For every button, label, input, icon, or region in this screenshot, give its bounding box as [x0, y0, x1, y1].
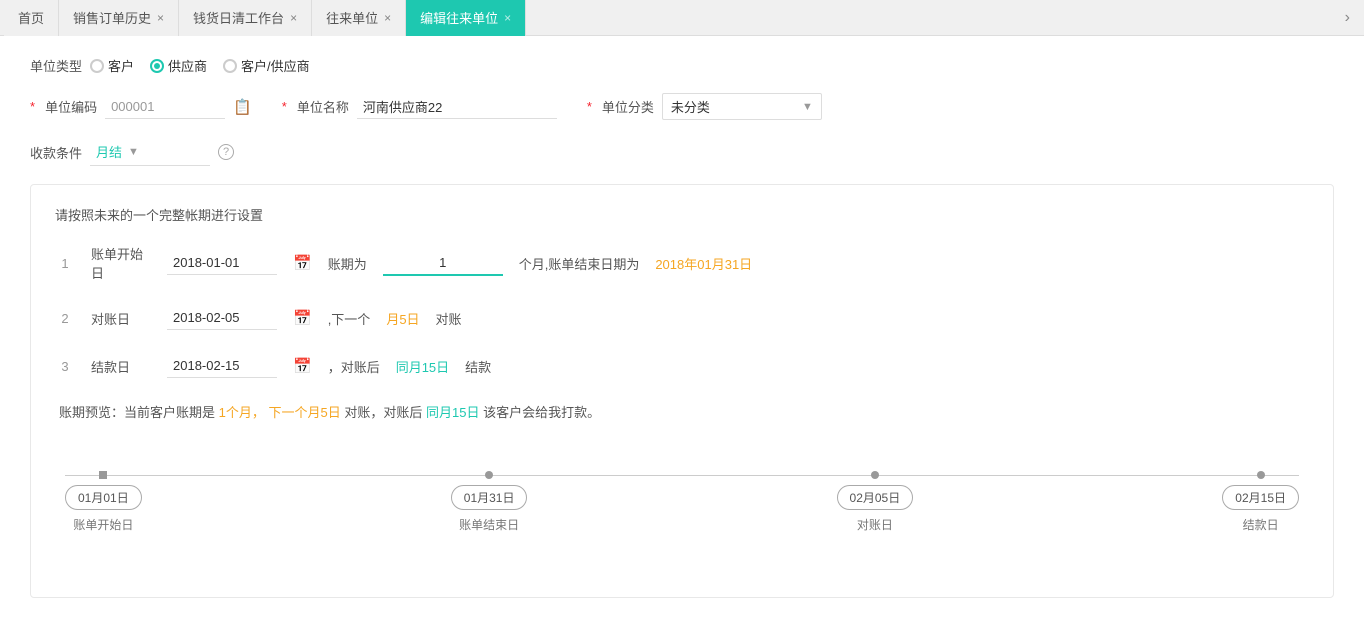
- radio-group: 客户 供应商 客户/供应商: [90, 56, 310, 75]
- payment-terms-label: 收款条件: [30, 143, 82, 162]
- unit-type-field: 单位类型 客户 供应商 客户/供应商: [30, 56, 310, 75]
- close-tab-edit-partner[interactable]: ×: [504, 11, 511, 25]
- timeline-point-3: 02月05日 对账日: [837, 467, 914, 533]
- payment-terms-field: 收款条件 月结 ▼ ?: [30, 138, 234, 166]
- tl-sub-4: 结款日: [1243, 516, 1279, 533]
- tl-badge-4: 02月15日: [1222, 485, 1299, 510]
- unit-name-field: * 单位名称: [282, 95, 557, 119]
- tab-partner-unit[interactable]: 往来单位 ×: [312, 0, 406, 36]
- unit-category-value: 未分类: [671, 97, 796, 116]
- tl-sub-3: 对账日: [857, 516, 893, 533]
- settle-date-input[interactable]: [167, 354, 277, 378]
- panel-title: 请按照未来的一个完整帐期进行设置: [55, 205, 1309, 224]
- dropdown-arrow-icon: ▼: [802, 101, 813, 113]
- row-label-3: 结款日: [91, 357, 151, 376]
- tab-cash-work[interactable]: 钱货日清工作台 ×: [179, 0, 312, 36]
- tl-sub-2: 账单结束日: [459, 516, 519, 533]
- radio-supplier-circle: [150, 59, 164, 73]
- radio-supplier[interactable]: 供应商: [150, 56, 207, 75]
- preview-part3: 同月15日: [426, 405, 479, 420]
- row-num-2: 2: [55, 311, 75, 326]
- period-desc-prefix: 账期为: [328, 254, 367, 273]
- unit-type-label: 单位类型: [30, 56, 82, 75]
- select-arrow-icon: ▼: [128, 146, 139, 158]
- close-tab-cash-work[interactable]: ×: [290, 11, 297, 25]
- reconcile-date-input[interactable]: [167, 306, 277, 330]
- reconcile-desc-2: 对账: [436, 309, 462, 328]
- tl-sub-1: 账单开始日: [73, 516, 133, 533]
- tab-home[interactable]: 首页: [4, 0, 59, 36]
- timeline-point-2: 01月31日 账单结束日: [451, 467, 528, 533]
- period-desc-suffix: 个月,账单结束日期为: [519, 254, 640, 273]
- row-num-3: 3: [55, 359, 75, 374]
- tab-expand-icon[interactable]: ›: [1335, 9, 1360, 27]
- timeline-point-4: 02月15日 结款日: [1222, 467, 1299, 533]
- unit-code-input[interactable]: [105, 95, 225, 119]
- timeline-point-1: 01月01日 账单开始日: [65, 467, 142, 533]
- unit-code-field: * 单位编码 📋: [30, 95, 252, 119]
- setting-row-3: 3 结款日 📅 ，对账后 同月15日 结款: [55, 354, 1309, 378]
- close-tab-sales-history[interactable]: ×: [157, 11, 164, 25]
- settle-desc-1: ，对账后: [328, 357, 380, 376]
- required-star-name: *: [282, 99, 287, 114]
- preview-end: 该客户会给我打款。: [483, 405, 600, 420]
- calendar-icon-code[interactable]: 📋: [233, 98, 252, 116]
- unit-name-input[interactable]: [357, 95, 557, 119]
- close-tab-partner-unit[interactable]: ×: [384, 11, 391, 25]
- unit-name-label: 单位名称: [297, 97, 349, 116]
- period-end-date-highlight: 2018年01月31日: [655, 254, 752, 273]
- period-input[interactable]: [383, 251, 503, 276]
- calendar-icon-3[interactable]: 📅: [293, 357, 312, 375]
- reconcile-highlight: 月5日: [386, 309, 419, 328]
- calendar-icon-1[interactable]: 📅: [293, 254, 312, 272]
- setting-row-1: 1 账单开始日 📅 账期为 个月,账单结束日期为 2018年01月31日: [55, 244, 1309, 282]
- radio-both-circle: [223, 59, 237, 73]
- radio-customer-circle: [90, 59, 104, 73]
- payment-terms-row: 收款条件 月结 ▼ ?: [30, 138, 1334, 166]
- calendar-icon-2[interactable]: 📅: [293, 309, 312, 327]
- tl-badge-1: 01月01日: [65, 485, 142, 510]
- required-star-code: *: [30, 99, 35, 114]
- preview-part1: 1个月，: [219, 405, 265, 420]
- unit-category-field: * 单位分类 未分类 ▼: [587, 93, 822, 120]
- settings-panel: 请按照未来的一个完整帐期进行设置 1 账单开始日 📅 账期为 个月,账单结束日期…: [30, 184, 1334, 598]
- required-star-category: *: [587, 99, 592, 114]
- unit-type-row: 单位类型 客户 供应商 客户/供应商: [30, 56, 1334, 75]
- unit-code-label: 单位编码: [45, 97, 97, 116]
- unit-category-dropdown[interactable]: 未分类 ▼: [662, 93, 822, 120]
- preview-mid: 对账，对账后: [344, 405, 422, 420]
- row-label-2: 对账日: [91, 309, 151, 328]
- preview-label: 账期预览：当前客户账期是: [59, 405, 215, 420]
- start-date-input[interactable]: [167, 251, 277, 275]
- row-num-1: 1: [55, 256, 75, 271]
- payment-terms-value: 月结: [96, 142, 122, 161]
- preview-part2: 下一个月5日: [269, 405, 341, 420]
- radio-customer[interactable]: 客户: [90, 56, 134, 75]
- tab-edit-partner[interactable]: 编辑往来单位 ×: [406, 0, 526, 36]
- row-label-1: 账单开始日: [91, 244, 151, 282]
- preview-section: 账期预览：当前客户账期是 1个月， 下一个月5日 对账，对账后 同月15日 该客…: [55, 402, 1309, 421]
- tab-sales-history[interactable]: 销售订单历史 ×: [59, 0, 179, 36]
- tl-badge-2: 01月31日: [451, 485, 528, 510]
- radio-both[interactable]: 客户/供应商: [223, 56, 310, 75]
- payment-terms-select[interactable]: 月结 ▼: [90, 138, 210, 166]
- reconcile-desc-1: ,下一个: [328, 309, 371, 328]
- timeline-section: 01月01日 账单开始日 01月31日 账单结束日 02月05日 对账日: [55, 437, 1309, 577]
- setting-row-2: 2 对账日 📅 ,下一个 月5日 对账: [55, 306, 1309, 330]
- code-name-category-row: * 单位编码 📋 * 单位名称 * 单位分类 未分类 ▼: [30, 93, 1334, 120]
- settle-desc-2: 结款: [465, 357, 491, 376]
- tl-badge-3: 02月05日: [837, 485, 914, 510]
- settle-highlight: 同月15日: [396, 357, 449, 376]
- main-content: 单位类型 客户 供应商 客户/供应商 * 单位编码: [0, 36, 1364, 618]
- help-icon[interactable]: ?: [218, 144, 234, 160]
- unit-category-label: 单位分类: [602, 97, 654, 116]
- tab-bar: 首页 销售订单历史 × 钱货日清工作台 × 往来单位 × 编辑往来单位 × ›: [0, 0, 1364, 36]
